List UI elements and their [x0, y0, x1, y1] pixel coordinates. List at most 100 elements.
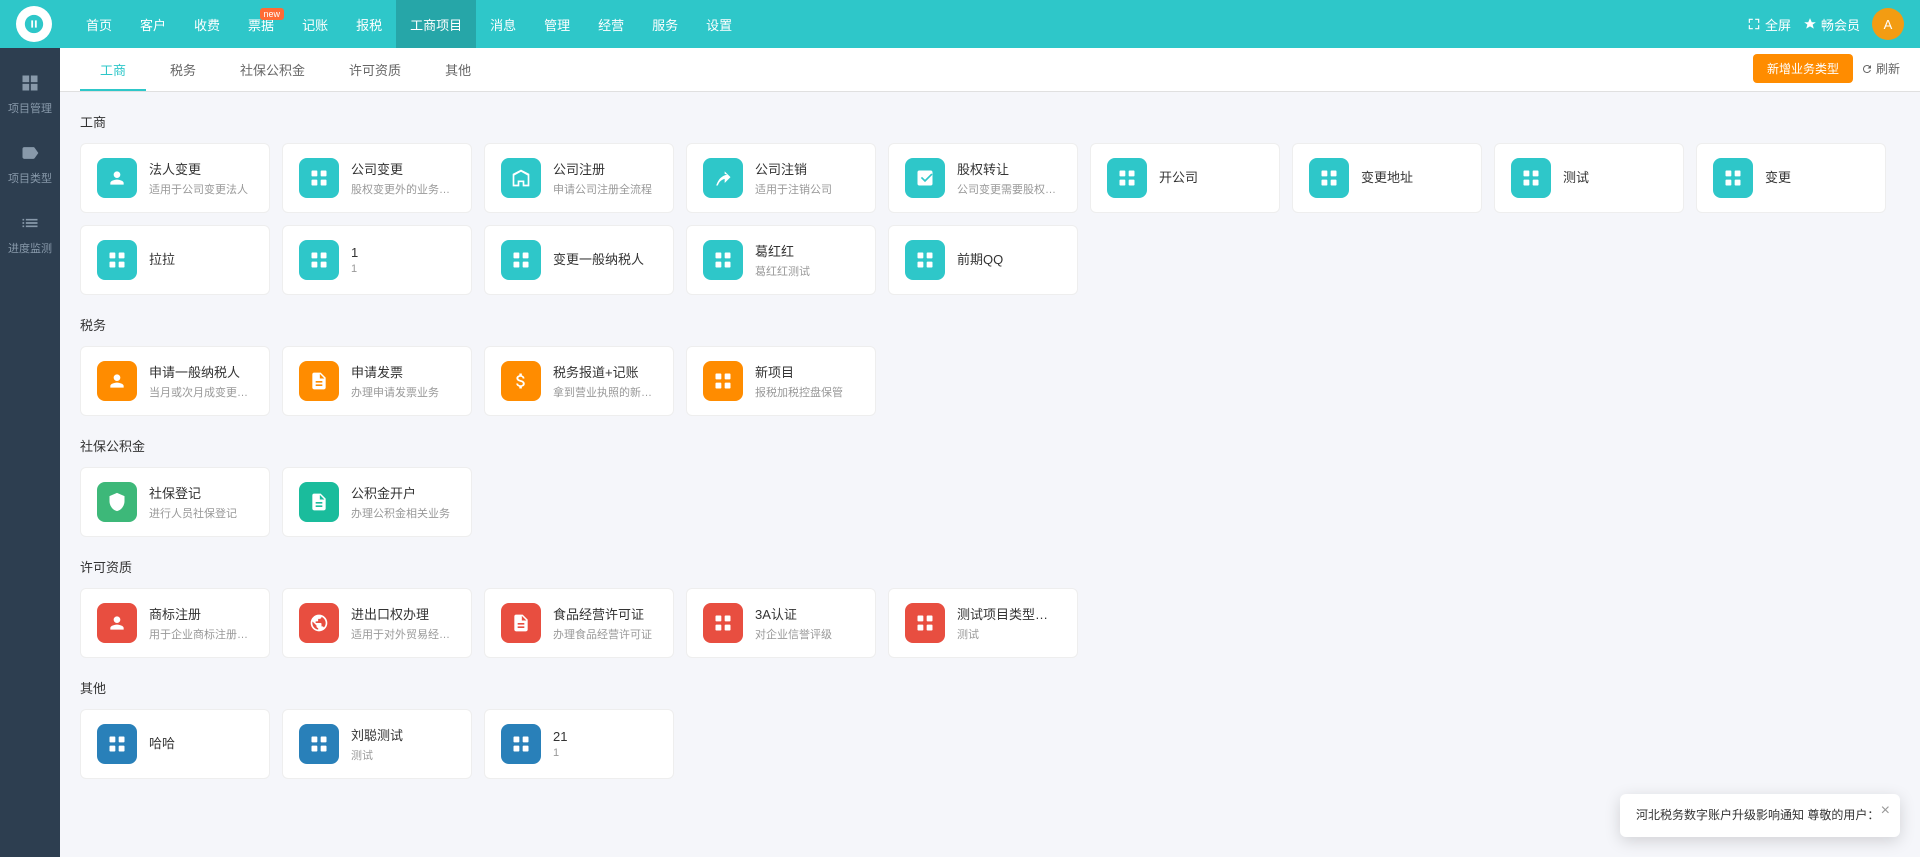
- card-拉拉[interactable]: 拉拉: [80, 225, 270, 295]
- card-食品经营许可证[interactable]: 食品经营许可证办理食品经营许可证: [484, 588, 674, 658]
- nav-item-记账[interactable]: 记账: [288, 0, 342, 48]
- card-21[interactable]: 211: [484, 709, 674, 779]
- fullscreen-btn[interactable]: 全屏: [1747, 15, 1791, 34]
- card-申请一般纳税人[interactable]: 申请一般纳税人当月或次月成变更完成: [80, 346, 270, 416]
- card-info: 测试: [1563, 167, 1667, 189]
- card-进出口权办理[interactable]: 进出口权办理适用于对外贸易经营者: [282, 588, 472, 658]
- card-info: 刘聪测试测试: [351, 725, 455, 763]
- money-icon: [501, 361, 541, 401]
- card-变更[interactable]: 变更: [1696, 143, 1886, 213]
- card-新项目[interactable]: 新项目报税加税控盘保管: [686, 346, 876, 416]
- nav-item-报税[interactable]: 报税: [342, 0, 396, 48]
- nav-item-票据[interactable]: 票据new: [234, 0, 288, 48]
- card-申请发票[interactable]: 申请发票办理申请发票业务: [282, 346, 472, 416]
- card-name: 商标注册: [149, 604, 253, 623]
- card-desc: 1: [553, 747, 657, 759]
- cards-grid-社保公积金: 社保登记进行人员社保登记公积金开户办理公积金相关业务: [80, 467, 1900, 537]
- notification-text: 河北税务数字账户升级影响通知 尊敬的用户：: [1636, 806, 1884, 825]
- card-name: 股权转让: [957, 159, 1061, 178]
- nav-item-设置[interactable]: 设置: [692, 0, 746, 48]
- card-name: 刘聪测试: [351, 725, 455, 744]
- tab-社保公积金[interactable]: 社保公积金: [220, 50, 325, 91]
- card-desc: 进行人员社保登记: [149, 505, 253, 521]
- grid-icon: [97, 240, 137, 280]
- tab-许可资质[interactable]: 许可资质: [329, 50, 421, 91]
- user-avatar[interactable]: A: [1872, 8, 1904, 40]
- card-name: 新项目: [755, 362, 859, 381]
- card-desc: 办理公积金相关业务: [351, 505, 455, 521]
- new-type-button[interactable]: 新增业务类型: [1753, 54, 1853, 83]
- card-name: 公积金开户: [351, 483, 455, 502]
- card-公司变更[interactable]: 公司变更股权变更外的业务变更: [282, 143, 472, 213]
- card-name: 申请一般纳税人: [149, 362, 253, 381]
- tab-工商[interactable]: 工商: [80, 50, 146, 91]
- card-公司注册[interactable]: 公司注册申请公司注册全流程: [484, 143, 674, 213]
- grid-icon: [1511, 158, 1551, 198]
- card-公积金开户[interactable]: 公积金开户办理公积金相关业务: [282, 467, 472, 537]
- card-desc: 适用于公司变更法人: [149, 181, 253, 197]
- vip-btn[interactable]: 畅会员: [1803, 15, 1860, 34]
- card-法人变更[interactable]: 法人变更适用于公司变更法人: [80, 143, 270, 213]
- nav-item-管理[interactable]: 管理: [530, 0, 584, 48]
- card-info: 变更: [1765, 167, 1869, 189]
- nav-item-经营[interactable]: 经营: [584, 0, 638, 48]
- card-info: 211: [553, 729, 657, 759]
- card-开公司[interactable]: 开公司: [1090, 143, 1280, 213]
- grid-icon: [905, 240, 945, 280]
- card-desc: 适用于注销公司: [755, 181, 859, 197]
- card-desc: 当月或次月成变更完成: [149, 384, 253, 400]
- notification-close[interactable]: ×: [1881, 802, 1890, 820]
- card-税务报道+记账[interactable]: 税务报道+记账拿到营业执照的新公司: [484, 346, 674, 416]
- card-name: 变更: [1765, 167, 1869, 186]
- cards-grid-其他: 哈哈 刘聪测试测试 211: [80, 709, 1900, 779]
- card-变更一般纳税人[interactable]: 变更一般纳税人: [484, 225, 674, 295]
- card-前期QQ[interactable]: 前期QQ: [888, 225, 1078, 295]
- card-name: 哈哈: [149, 733, 253, 752]
- cards-grid-工商: 法人变更适用于公司变更法人公司变更股权变更外的业务变更公司注册申请公司注册全流程…: [80, 143, 1900, 295]
- card-info: 哈哈: [149, 733, 253, 755]
- card-info: 食品经营许可证办理食品经营许可证: [553, 604, 657, 642]
- card-name: 3A认证: [755, 604, 859, 623]
- card-name: 前期QQ: [957, 249, 1061, 268]
- refresh-button[interactable]: 刷新: [1861, 60, 1900, 77]
- grid-icon: [299, 158, 339, 198]
- card-3A认证[interactable]: 3A认证对企业信誉评级: [686, 588, 876, 658]
- nav-item-服务[interactable]: 服务: [638, 0, 692, 48]
- card-葛红红[interactable]: 葛红红葛红红测试: [686, 225, 876, 295]
- sidebar-item-project-type[interactable]: 项目类型: [0, 128, 60, 198]
- card-name: 进出口权办理: [351, 604, 455, 623]
- logo[interactable]: [16, 6, 52, 42]
- tab-税务[interactable]: 税务: [150, 50, 216, 91]
- nav-item-首页[interactable]: 首页: [72, 0, 126, 48]
- nav-item-客户[interactable]: 客户: [126, 0, 180, 48]
- notification-popup: × 河北税务数字账户升级影响通知 尊敬的用户：: [1620, 794, 1900, 837]
- card-股权转让[interactable]: 股权转让公司变更需要股权转让: [888, 143, 1078, 213]
- card-info: 社保登记进行人员社保登记: [149, 483, 253, 521]
- card-商标注册[interactable]: 商标注册用于企业商标注册服务: [80, 588, 270, 658]
- cards-grid-税务: 申请一般纳税人当月或次月成变更完成申请发票办理申请发票业务税务报道+记账拿到营业…: [80, 346, 1900, 416]
- grid-icon: [17, 70, 43, 96]
- card-变更地址[interactable]: 变更地址: [1292, 143, 1482, 213]
- main-wrapper: 工商税务社保公积金许可资质其他 新增业务类型 刷新 工商法人变更适用于公司变更法…: [60, 48, 1920, 857]
- card-name: 开公司: [1159, 167, 1263, 186]
- section-title-其他: 其他: [80, 678, 1900, 697]
- card-哈哈[interactable]: 哈哈: [80, 709, 270, 779]
- card-info: 申请一般纳税人当月或次月成变更完成: [149, 362, 253, 400]
- card-刘聪测试[interactable]: 刘聪测试测试: [282, 709, 472, 779]
- nav-item-收费[interactable]: 收费: [180, 0, 234, 48]
- card-测试项目类型目定义[interactable]: 测试项目类型目定义测试: [888, 588, 1078, 658]
- sidebar-item-project-manage[interactable]: 项目管理: [0, 58, 60, 128]
- section-title-许可资质: 许可资质: [80, 557, 1900, 576]
- chart-icon: [17, 210, 43, 236]
- card-1[interactable]: 11: [282, 225, 472, 295]
- tab-其他[interactable]: 其他: [425, 50, 491, 91]
- cards-grid-许可资质: 商标注册用于企业商标注册服务进出口权办理适用于对外贸易经营者 食品经营许可证办理食…: [80, 588, 1900, 658]
- tabs-bar: 工商税务社保公积金许可资质其他 新增业务类型 刷新: [60, 48, 1920, 92]
- nav-item-工商项目[interactable]: 工商项目: [396, 0, 476, 48]
- nav-item-消息[interactable]: 消息: [476, 0, 530, 48]
- card-公司注销[interactable]: 公司注销适用于注销公司: [686, 143, 876, 213]
- card-社保登记[interactable]: 社保登记进行人员社保登记: [80, 467, 270, 537]
- card-测试[interactable]: 测试: [1494, 143, 1684, 213]
- sidebar-item-progress[interactable]: 进度监测: [0, 198, 60, 268]
- person-icon: [97, 361, 137, 401]
